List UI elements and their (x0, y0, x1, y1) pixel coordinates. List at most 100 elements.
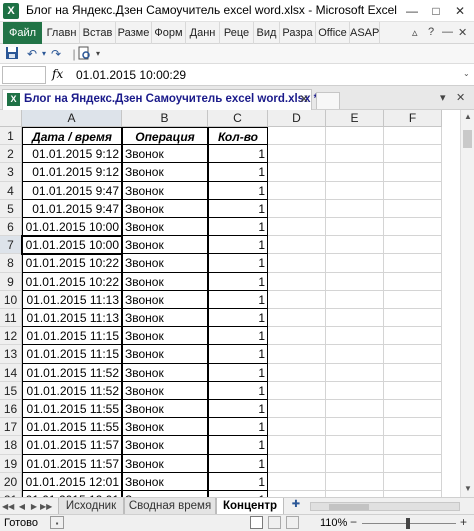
row-header[interactable]: 7 (0, 236, 22, 255)
empty-cell[interactable] (268, 327, 326, 346)
empty-cell[interactable] (384, 163, 442, 182)
close-window-icon[interactable]: ✕ (456, 91, 465, 104)
empty-cell[interactable] (268, 218, 326, 237)
first-sheet-icon[interactable]: ◀◀ (2, 498, 14, 515)
table-cell[interactable]: Звонок (122, 181, 208, 200)
sheet-tab-active[interactable]: Концентр (216, 498, 284, 515)
minimize-icon[interactable]: — (400, 0, 424, 22)
empty-cell[interactable] (268, 436, 326, 455)
row-header[interactable]: 3 (0, 163, 22, 182)
table-cell[interactable]: 01.01.2015 10:22 (22, 254, 122, 273)
table-cell[interactable]: 1 (208, 381, 268, 400)
table-cell[interactable]: 01.01.2015 11:52 (22, 363, 122, 382)
empty-cell[interactable] (326, 218, 384, 237)
empty-cell[interactable] (268, 127, 326, 146)
ribbon-tab-0[interactable]: Главн (44, 22, 80, 44)
row-header[interactable]: 12 (0, 327, 22, 346)
table-cell[interactable]: 01.01.2015 11:57 (22, 436, 122, 455)
empty-cell[interactable] (268, 309, 326, 328)
table-cell[interactable]: 1 (208, 272, 268, 291)
zoom-out-icon[interactable]: − (350, 515, 357, 529)
row-header[interactable]: 9 (0, 272, 22, 291)
ribbon-tab-5[interactable]: Реце (220, 22, 254, 44)
table-cell[interactable]: 1 (208, 418, 268, 437)
next-sheet-icon[interactable]: ▶ (28, 498, 40, 515)
ribbon-min-icon[interactable]: — (442, 26, 453, 38)
table-cell[interactable]: 1 (208, 163, 268, 182)
table-cell[interactable]: 1 (208, 181, 268, 200)
empty-cell[interactable] (268, 290, 326, 309)
empty-cell[interactable] (268, 199, 326, 218)
minimize-ribbon-icon[interactable]: ▵ (412, 26, 418, 39)
row-header[interactable]: 20 (0, 472, 22, 491)
ribbon-tab-8[interactable]: Office (316, 22, 350, 44)
customize-qat-icon[interactable]: ▾ (90, 46, 106, 62)
table-cell[interactable]: 01.01.2015 10:00 (22, 218, 122, 237)
table-cell[interactable]: Звонок (122, 272, 208, 291)
empty-cell[interactable] (326, 309, 384, 328)
empty-cell[interactable] (384, 199, 442, 218)
empty-cell[interactable] (268, 454, 326, 473)
table-cell[interactable]: 01.01.2015 9:47 (22, 199, 122, 218)
table-cell[interactable]: 01.01.2015 9:47 (22, 181, 122, 200)
horizontal-scroll-thumb[interactable] (329, 504, 369, 510)
table-cell[interactable]: Звонок (122, 236, 208, 255)
table-cell[interactable]: 01.01.2015 11:55 (22, 400, 122, 419)
table-cell[interactable]: 01.01.2015 9:12 (22, 163, 122, 182)
empty-cell[interactable] (384, 418, 442, 437)
ribbon-close-icon[interactable]: ✕ (458, 26, 467, 39)
column-header-f[interactable]: F (384, 110, 442, 127)
empty-cell[interactable] (268, 400, 326, 419)
empty-cell[interactable] (268, 254, 326, 273)
name-box[interactable] (2, 66, 46, 84)
help-icon[interactable]: ? (428, 26, 434, 38)
header-cell[interactable]: Кол-во (208, 127, 268, 146)
ribbon-tab-3[interactable]: Форм (152, 22, 186, 44)
table-cell[interactable]: Звонок (122, 163, 208, 182)
empty-cell[interactable] (326, 472, 384, 491)
empty-cell[interactable] (384, 309, 442, 328)
document-tab[interactable]: X Блог на Яндекс.Дзен Самоучитель excel … (2, 89, 318, 110)
empty-cell[interactable] (326, 454, 384, 473)
table-cell[interactable]: 1 (208, 236, 268, 255)
table-cell[interactable]: Звонок (122, 345, 208, 364)
macro-record-icon[interactable]: ▪ (50, 516, 64, 529)
table-cell[interactable]: 1 (208, 327, 268, 346)
row-header[interactable]: 2 (0, 145, 22, 164)
empty-cell[interactable] (326, 400, 384, 419)
table-cell[interactable]: Звонок (122, 327, 208, 346)
table-cell[interactable]: Звонок (122, 436, 208, 455)
table-cell[interactable]: Звонок (122, 472, 208, 491)
zoom-level[interactable]: 110% (320, 517, 347, 529)
empty-cell[interactable] (384, 472, 442, 491)
select-all-corner[interactable] (0, 110, 22, 127)
empty-cell[interactable] (268, 345, 326, 364)
table-cell[interactable]: 01.01.2015 9:12 (22, 145, 122, 164)
empty-cell[interactable] (384, 254, 442, 273)
expand-formula-bar-icon[interactable]: ⌄ (463, 69, 470, 78)
empty-cell[interactable] (326, 272, 384, 291)
zoom-slider-thumb[interactable] (406, 518, 410, 529)
empty-cell[interactable] (326, 418, 384, 437)
table-cell[interactable]: 01.01.2015 11:57 (22, 454, 122, 473)
empty-cell[interactable] (268, 163, 326, 182)
ribbon-tab-1[interactable]: Встав (80, 22, 116, 44)
column-header-b[interactable]: B (122, 110, 208, 127)
empty-cell[interactable] (326, 327, 384, 346)
formula-input[interactable]: 01.01.2015 10:00:29 (76, 68, 186, 82)
empty-cell[interactable] (384, 327, 442, 346)
empty-cell[interactable] (326, 345, 384, 364)
column-header-c[interactable]: C (208, 110, 268, 127)
prev-sheet-icon[interactable]: ◀ (16, 498, 28, 515)
ribbon-tab-4[interactable]: Данн (186, 22, 220, 44)
empty-cell[interactable] (384, 145, 442, 164)
empty-cell[interactable] (326, 199, 384, 218)
tab-list-dropdown-icon[interactable]: ▾ (440, 91, 446, 104)
table-cell[interactable]: 01.01.2015 11:13 (22, 309, 122, 328)
column-header-e[interactable]: E (326, 110, 384, 127)
new-tab-button[interactable] (316, 92, 340, 109)
empty-cell[interactable] (384, 236, 442, 255)
close-tab-icon[interactable]: ✕ (299, 92, 309, 106)
empty-cell[interactable] (384, 345, 442, 364)
empty-cell[interactable] (384, 272, 442, 291)
